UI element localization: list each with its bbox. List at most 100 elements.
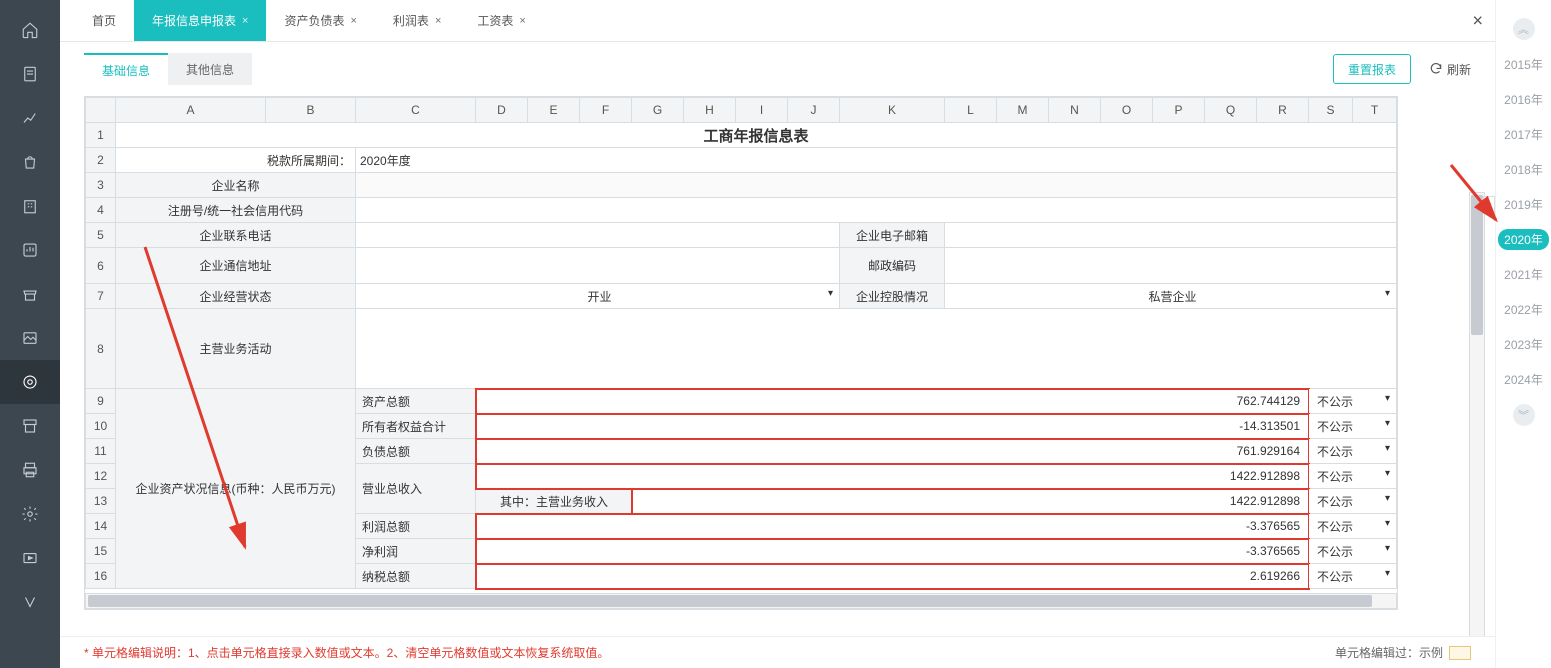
sidebar-video-icon[interactable] [0, 536, 60, 580]
sidebar-report-icon[interactable] [0, 228, 60, 272]
tab-balance-sheet[interactable]: 资产负债表× [266, 0, 374, 41]
visibility-dropdown[interactable]: 不公示 [1309, 564, 1397, 589]
col-header[interactable]: B [266, 98, 356, 123]
year-option[interactable]: 2021年 [1498, 264, 1549, 285]
spreadsheet[interactable]: A B C D E F G H I J K L M N O [84, 96, 1398, 610]
col-header[interactable]: E [528, 98, 580, 123]
value-cell[interactable]: -3.376565 [476, 514, 1309, 539]
col-header[interactable]: T [1353, 98, 1397, 123]
cell[interactable] [356, 173, 1397, 198]
year-scroll-down-icon[interactable]: ︾ [1513, 404, 1535, 426]
cell[interactable] [356, 309, 1397, 389]
year-option[interactable]: 2015年 [1498, 54, 1549, 75]
row-header[interactable]: 7 [86, 284, 116, 309]
value-cell[interactable]: 1422.912898 [632, 489, 1309, 514]
visibility-dropdown[interactable]: 不公示 [1309, 389, 1397, 414]
collapse-panel-icon[interactable]: « [1483, 196, 1495, 214]
refresh-button[interactable]: 刷新 [1429, 61, 1471, 78]
reset-button[interactable]: 重置报表 [1333, 54, 1411, 84]
sidebar-v-icon[interactable] [0, 580, 60, 624]
horizontal-scrollbar[interactable] [85, 593, 1397, 609]
col-header[interactable]: F [580, 98, 632, 123]
col-header[interactable]: Q [1205, 98, 1257, 123]
value-cell[interactable]: 1422.912898 [476, 464, 1309, 489]
col-header[interactable]: L [945, 98, 997, 123]
status-dropdown[interactable]: 开业 [356, 284, 840, 309]
subtab-other[interactable]: 其他信息 [168, 53, 252, 85]
col-header[interactable]: S [1309, 98, 1353, 123]
visibility-dropdown[interactable]: 不公示 [1309, 539, 1397, 564]
row-header[interactable]: 9 [86, 389, 116, 414]
cell[interactable] [945, 248, 1397, 284]
corner-cell[interactable] [86, 98, 116, 123]
value-cell[interactable]: -3.376565 [476, 539, 1309, 564]
col-header[interactable]: K [840, 98, 945, 123]
year-option[interactable]: 2018年 [1498, 159, 1549, 180]
year-option[interactable]: 2023年 [1498, 334, 1549, 355]
row-header[interactable]: 14 [86, 514, 116, 539]
row-header[interactable]: 1 [86, 123, 116, 148]
sidebar-settings-icon[interactable] [0, 492, 60, 536]
col-header[interactable]: G [632, 98, 684, 123]
row-header[interactable]: 12 [86, 464, 116, 489]
row-header[interactable]: 4 [86, 198, 116, 223]
close-all-icon[interactable]: × [1472, 10, 1483, 31]
sidebar-bag-icon[interactable] [0, 140, 60, 184]
value-cell[interactable]: 762.744129 [476, 389, 1309, 414]
col-header[interactable]: P [1153, 98, 1205, 123]
row-header[interactable]: 10 [86, 414, 116, 439]
col-header[interactable]: H [684, 98, 736, 123]
year-option-active[interactable]: 2020年 [1498, 229, 1549, 250]
sidebar-archive-icon[interactable] [0, 404, 60, 448]
visibility-dropdown[interactable]: 不公示 [1309, 489, 1397, 514]
close-icon[interactable]: × [350, 15, 356, 27]
year-option[interactable]: 2019年 [1498, 194, 1549, 215]
row-header[interactable]: 16 [86, 564, 116, 589]
sidebar-chart-icon[interactable] [0, 96, 60, 140]
close-icon[interactable]: × [242, 15, 248, 27]
close-icon[interactable]: × [435, 15, 441, 27]
visibility-dropdown[interactable]: 不公示 [1309, 514, 1397, 539]
cell[interactable] [356, 223, 840, 248]
col-header[interactable]: N [1049, 98, 1101, 123]
col-header[interactable]: M [997, 98, 1049, 123]
sidebar-home-icon[interactable] [0, 8, 60, 52]
col-header[interactable]: I [736, 98, 788, 123]
col-header[interactable]: D [476, 98, 528, 123]
visibility-dropdown[interactable]: 不公示 [1309, 439, 1397, 464]
cell[interactable] [356, 198, 1397, 223]
year-option[interactable]: 2016年 [1498, 89, 1549, 110]
col-header[interactable]: J [788, 98, 840, 123]
sidebar-print-icon[interactable] [0, 448, 60, 492]
vertical-scrollbar[interactable] [1469, 192, 1485, 636]
subtab-basic[interactable]: 基础信息 [84, 53, 168, 85]
cell[interactable] [945, 223, 1397, 248]
row-header[interactable]: 2 [86, 148, 116, 173]
sidebar-image-icon[interactable] [0, 316, 60, 360]
year-scroll-up-icon[interactable]: ︽ [1513, 18, 1535, 40]
row-header[interactable]: 15 [86, 539, 116, 564]
holding-dropdown[interactable]: 私营企业 [945, 284, 1397, 309]
year-option[interactable]: 2022年 [1498, 299, 1549, 320]
value-cell[interactable]: 761.929164 [476, 439, 1309, 464]
row-header[interactable]: 11 [86, 439, 116, 464]
year-option[interactable]: 2024年 [1498, 369, 1549, 390]
sidebar-doc-icon[interactable] [0, 52, 60, 96]
tab-home[interactable]: 首页 [74, 0, 134, 41]
row-header[interactable]: 3 [86, 173, 116, 198]
year-option[interactable]: 2017年 [1498, 124, 1549, 145]
tab-salary[interactable]: 工资表× [459, 0, 543, 41]
tab-annual-report[interactable]: 年报信息申报表× [134, 0, 266, 41]
sidebar-building-icon[interactable] [0, 184, 60, 228]
row-header[interactable]: 8 [86, 309, 116, 389]
value-cell[interactable]: -14.313501 [476, 414, 1309, 439]
col-header[interactable]: O [1101, 98, 1153, 123]
cell[interactable] [356, 248, 840, 284]
value-cell[interactable]: 2.619266 [476, 564, 1309, 589]
visibility-dropdown[interactable]: 不公示 [1309, 414, 1397, 439]
col-header[interactable]: C [356, 98, 476, 123]
col-header[interactable]: R [1257, 98, 1309, 123]
row-header[interactable]: 5 [86, 223, 116, 248]
row-header[interactable]: 6 [86, 248, 116, 284]
tab-profit[interactable]: 利润表× [375, 0, 459, 41]
